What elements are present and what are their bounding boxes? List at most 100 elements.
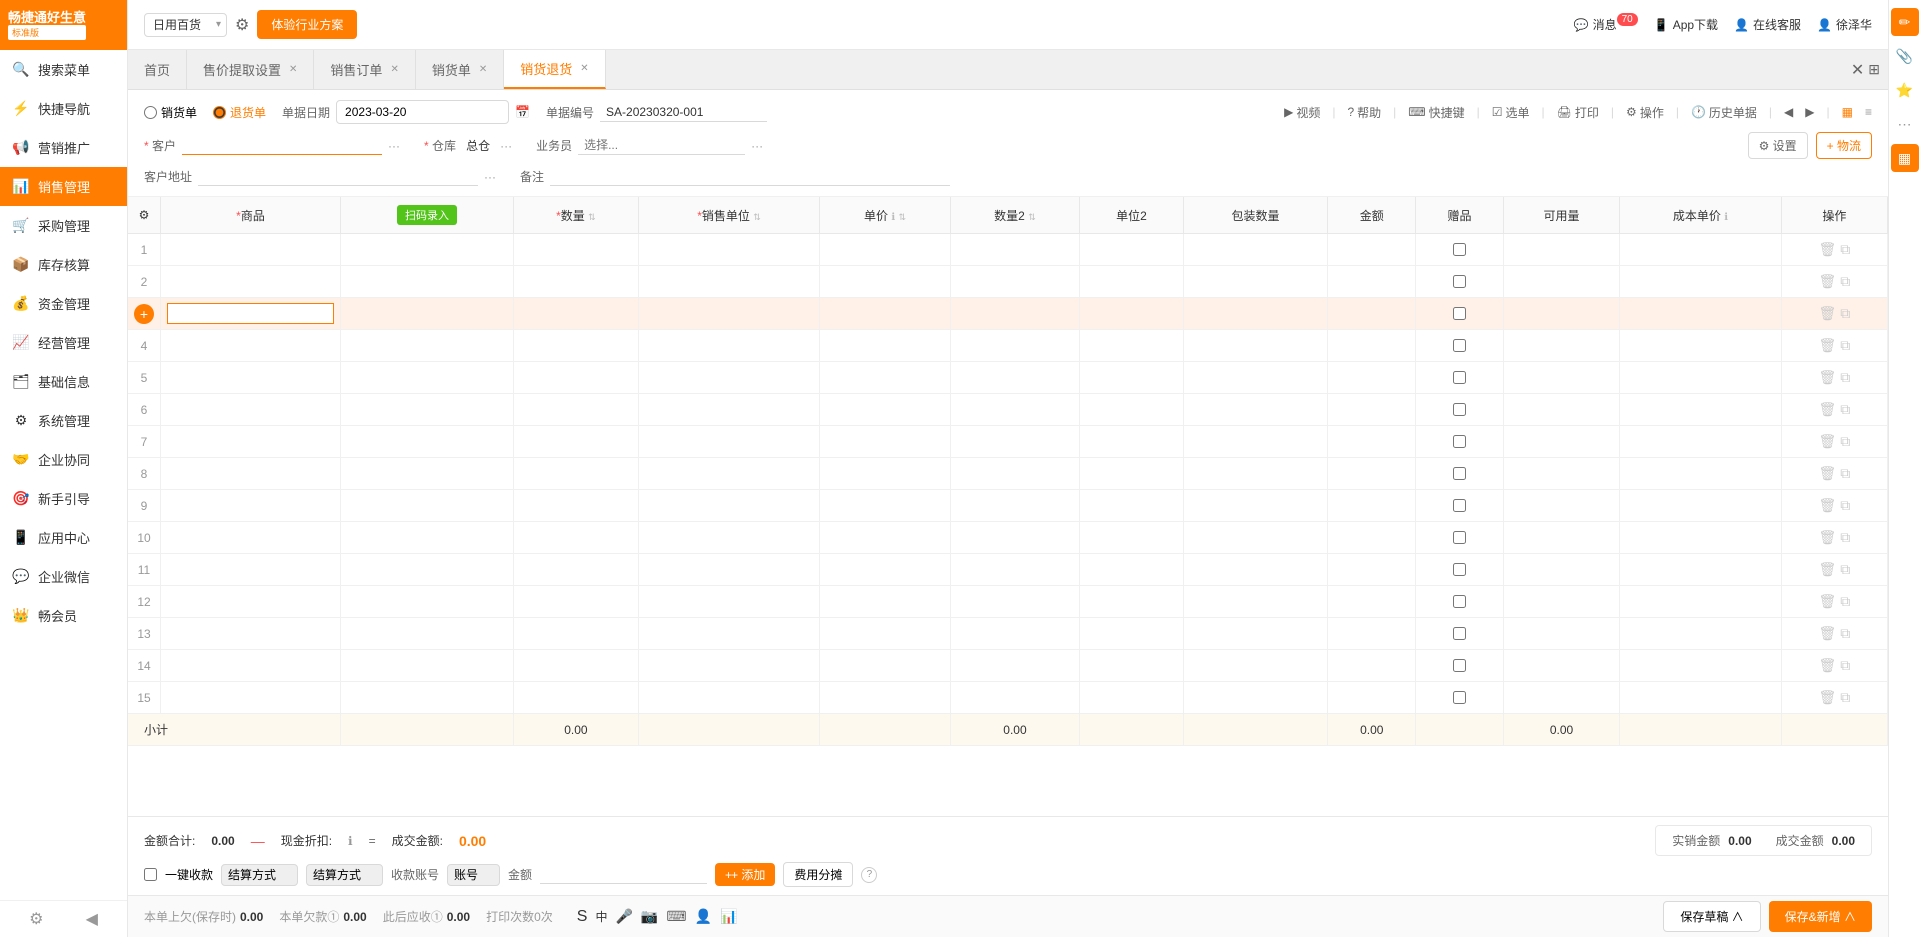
remark-input[interactable] — [550, 167, 950, 186]
qty-cell-2[interactable] — [514, 266, 639, 298]
unit2-cell-3[interactable] — [1080, 298, 1184, 330]
gift-cell-14[interactable] — [1416, 650, 1504, 682]
unit2-cell-6[interactable] — [1080, 394, 1184, 426]
sidebar-item-operations[interactable]: 📈经营管理 — [0, 323, 127, 362]
qty2-cell-7[interactable] — [950, 426, 1079, 458]
unit-price-cell-4[interactable] — [820, 330, 951, 362]
customer-input[interactable] — [182, 136, 382, 155]
sales-unit-cell-9[interactable] — [638, 490, 820, 522]
product-cell-9[interactable] — [161, 490, 341, 522]
gift-checkbox-9[interactable] — [1453, 499, 1466, 512]
pack-qty-cell-1[interactable] — [1183, 234, 1328, 266]
available-cell-15[interactable] — [1503, 682, 1619, 714]
amount-cell-15[interactable] — [1328, 682, 1416, 714]
input-person-icon[interactable]: 👤 — [695, 908, 712, 925]
salesperson-dots-btn[interactable]: ··· — [751, 139, 763, 153]
copy-icon-4[interactable]: ⧉ — [1840, 337, 1850, 354]
copy-icon-1[interactable]: ⧉ — [1840, 241, 1850, 258]
available-cell-3[interactable] — [1503, 298, 1619, 330]
product-cell-5[interactable] — [161, 362, 341, 394]
doc-no-input[interactable] — [600, 103, 767, 122]
product-cell-7[interactable] — [161, 426, 341, 458]
right-star-icon[interactable]: ⭐ — [1891, 76, 1919, 104]
customer-dots-btn[interactable]: ··· — [388, 139, 400, 153]
sales-unit-cell-8[interactable] — [638, 458, 820, 490]
settlement-method-select[interactable]: 结算方式 — [221, 864, 298, 886]
copy-icon-12[interactable]: ⧉ — [1840, 593, 1850, 610]
amount-cell-9[interactable] — [1328, 490, 1416, 522]
amount-cell-3[interactable] — [1328, 298, 1416, 330]
unit2-cell-7[interactable] — [1080, 426, 1184, 458]
pack-qty-cell-14[interactable] — [1183, 650, 1328, 682]
delete-icon-5[interactable]: 🗑 — [1818, 369, 1836, 386]
sales-unit-cell-15[interactable] — [638, 682, 820, 714]
gift-cell-9[interactable] — [1416, 490, 1504, 522]
available-cell-5[interactable] — [1503, 362, 1619, 394]
list-view-icon[interactable]: ≡ — [1865, 105, 1872, 119]
qty2-cell-1[interactable] — [950, 234, 1079, 266]
delete-icon-4[interactable]: 🗑 — [1818, 337, 1836, 354]
unit-price-cell-11[interactable] — [820, 554, 951, 586]
account-select[interactable]: 账号 — [447, 864, 500, 886]
qty2-cell-4[interactable] — [950, 330, 1079, 362]
salesperson-input[interactable] — [578, 136, 745, 155]
product-cell-12[interactable] — [161, 586, 341, 618]
one-click-payment-checkbox[interactable] — [144, 868, 157, 881]
app-download-item[interactable]: 📱 App下载 — [1654, 16, 1718, 33]
tab-home[interactable]: 首页 — [128, 50, 187, 89]
collapse-icon[interactable]: ◀ — [86, 909, 98, 929]
unit-price-cell-8[interactable] — [820, 458, 951, 490]
sales-unit-cell-12[interactable] — [638, 586, 820, 618]
unit-price-cell-5[interactable] — [820, 362, 951, 394]
tab-close-salesOrder[interactable]: ✕ — [390, 64, 398, 75]
available-cell-8[interactable] — [1503, 458, 1619, 490]
input-barcode-icon[interactable]: 📊 — [720, 908, 737, 925]
cost-unit-cell-10[interactable] — [1620, 522, 1782, 554]
copy-icon-7[interactable]: ⧉ — [1840, 433, 1850, 450]
amount-cell-2[interactable] — [1328, 266, 1416, 298]
product-cell-2[interactable] — [161, 266, 341, 298]
sales-unit-cell-6[interactable] — [638, 394, 820, 426]
customer-address-input[interactable] — [198, 167, 478, 186]
print-action[interactable]: 🖨 打印 — [1557, 104, 1599, 121]
unit-price-cell-7[interactable] — [820, 426, 951, 458]
add-btn[interactable]: + + 添加 — [715, 863, 775, 886]
pack-qty-cell-4[interactable] — [1183, 330, 1328, 362]
qty-cell-5[interactable] — [514, 362, 639, 394]
sidebar-item-purchase[interactable]: 🛒采购管理 — [0, 206, 127, 245]
qty2-cell-12[interactable] — [950, 586, 1079, 618]
qty2-cell-2[interactable] — [950, 266, 1079, 298]
qty-cell-1[interactable] — [514, 234, 639, 266]
amount-cell-12[interactable] — [1328, 586, 1416, 618]
sidebar-item-guide[interactable]: 🎯新手引导 — [0, 479, 127, 518]
sidebar-item-basic[interactable]: 🗂基础信息 — [0, 362, 127, 401]
product-cell-1[interactable] — [161, 234, 341, 266]
sidebar-item-sales[interactable]: 📊销售管理 — [0, 167, 127, 206]
save-new-btn[interactable]: 保存&新增 ∧ — [1769, 901, 1872, 932]
delete-icon-3[interactable]: 🗑 — [1818, 305, 1836, 322]
cost-unit-cell-8[interactable] — [1620, 458, 1782, 490]
fee-split-btn[interactable]: 费用分摊 — [783, 862, 853, 887]
video-action[interactable]: ▶ 视频 — [1284, 104, 1320, 121]
copy-icon-6[interactable]: ⧉ — [1840, 401, 1850, 418]
sidebar-item-shortcut[interactable]: ⚡快捷导航 — [0, 89, 127, 128]
delete-icon-7[interactable]: 🗑 — [1818, 433, 1836, 450]
delete-icon-8[interactable]: 🗑 — [1818, 465, 1836, 482]
sidebar-item-finance[interactable]: 💰资金管理 — [0, 284, 127, 323]
unit-price-cell-12[interactable] — [820, 586, 951, 618]
available-cell-9[interactable] — [1503, 490, 1619, 522]
gift-cell-1[interactable] — [1416, 234, 1504, 266]
copy-icon-14[interactable]: ⧉ — [1840, 657, 1850, 674]
sales-order-radio[interactable]: 销货单 — [144, 104, 197, 121]
available-cell-4[interactable] — [1503, 330, 1619, 362]
amount-cell-7[interactable] — [1328, 426, 1416, 458]
col-scan[interactable]: 扫码录入 — [341, 197, 514, 234]
qty-cell-12[interactable] — [514, 586, 639, 618]
qty-sort-icon[interactable]: ⇅ — [588, 212, 596, 222]
price-sort-icon[interactable]: ⇅ — [898, 212, 906, 222]
save-draft-btn[interactable]: 保存草稿 ∧ — [1663, 901, 1760, 932]
product-input-active[interactable] — [167, 303, 334, 324]
copy-icon-9[interactable]: ⧉ — [1840, 497, 1850, 514]
return-order-radio[interactable]: 退货单 — [213, 104, 266, 121]
settings-btn[interactable]: ⚙ 设置 — [1748, 132, 1808, 159]
